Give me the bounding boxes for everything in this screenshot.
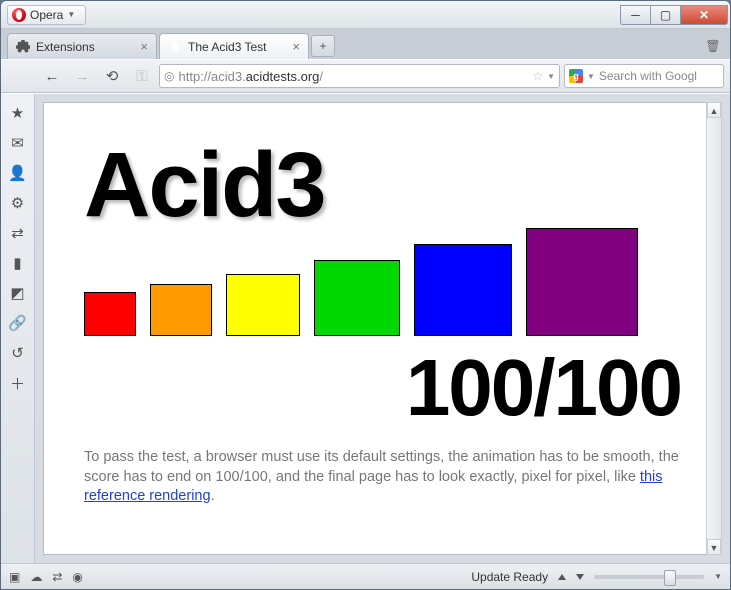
app-window: Opera ▼ ─ ▢ ✕ Extensions × The Acid3 Tes… [0, 0, 731, 590]
zoom-slider[interactable] [594, 575, 704, 579]
acid3-score: 100/100 [84, 342, 681, 434]
search-box[interactable]: g ▼ Search with Googl [564, 64, 724, 88]
star-icon[interactable]: ★ [5, 100, 31, 126]
google-icon: g [569, 69, 583, 83]
contact-icon[interactable]: 👤 [5, 160, 31, 186]
app-name-label: Opera [30, 8, 63, 22]
scroll-down-button[interactable]: ▼ [707, 539, 721, 555]
minimize-button[interactable]: ─ [620, 5, 650, 25]
history-icon[interactable]: ↺ [5, 340, 31, 366]
opera-logo-icon [12, 8, 26, 22]
tab-label: Extensions [36, 40, 95, 54]
color-box [526, 228, 638, 336]
plus-icon[interactable]: ＋ [5, 370, 31, 396]
chevron-down-icon: ▼ [67, 10, 75, 19]
page-viewport: Acid3 100/100 To pass the test, a browse… [43, 102, 722, 555]
window-controls: ─ ▢ ✕ [620, 5, 730, 25]
forward-button[interactable]: → [69, 65, 95, 87]
maximize-button[interactable]: ▢ [650, 5, 680, 25]
color-box [314, 260, 400, 336]
chevron-down-icon[interactable]: ▼ [714, 572, 722, 581]
color-box [414, 244, 512, 336]
tab-acid3[interactable]: The Acid3 Test × [159, 33, 309, 59]
tab-close-icon[interactable]: × [140, 39, 148, 54]
link-icon[interactable]: 🔗 [5, 310, 31, 336]
panel-toggle-icon[interactable]: ▣ [9, 570, 20, 584]
color-box [150, 284, 212, 336]
body-area: ★ ✉ 👤 ⚙ ⇄ ▮ ◩ 🔗 ↺ ＋ Acid3 100/100 To pas… [1, 93, 730, 563]
titlebar: Opera ▼ ─ ▢ ✕ [1, 1, 730, 29]
chevron-down-icon[interactable]: ▼ [547, 72, 555, 81]
color-box [226, 274, 300, 336]
mail-icon[interactable]: ✉ [5, 130, 31, 156]
trash-tabs-icon[interactable]: 🗑 [702, 35, 724, 57]
globe-icon: ◎ [164, 69, 174, 83]
acid3-page: Acid3 100/100 To pass the test, a browse… [44, 103, 721, 527]
close-button[interactable]: ✕ [680, 5, 728, 25]
sync-icon[interactable]: ⇄ [52, 570, 62, 584]
tab-extensions[interactable]: Extensions × [7, 33, 157, 59]
page-title: Acid3 [84, 133, 681, 238]
address-bar[interactable]: ◎ http://acid3.acidtests.org/ ☆ ▼ [159, 64, 560, 88]
scroll-up-button[interactable]: ▲ [707, 102, 721, 118]
content-area: Acid3 100/100 To pass the test, a browse… [35, 94, 730, 563]
share-icon[interactable]: ⇄ [5, 220, 31, 246]
tab-label: The Acid3 Test [188, 40, 267, 54]
url-text: http://acid3.acidtests.org/ [178, 69, 528, 84]
opera-menu-button[interactable]: Opera ▼ [7, 5, 86, 25]
cloud-icon[interactable]: ☁ [30, 570, 42, 584]
vertical-scrollbar[interactable]: ▲ ▼ [706, 102, 722, 555]
chevron-down-icon[interactable]: ▼ [587, 72, 595, 81]
back-button[interactable]: ← [39, 65, 65, 87]
gear-icon[interactable]: ⚙ [5, 190, 31, 216]
opera-favicon-icon [168, 40, 182, 54]
camera-icon[interactable]: ◉ [72, 570, 82, 584]
acid3-color-boxes [84, 228, 681, 336]
note-icon[interactable]: ▮ [5, 250, 31, 276]
side-panel: ★ ✉ 👤 ⚙ ⇄ ▮ ◩ 🔗 ↺ ＋ [1, 94, 35, 563]
tri-down-icon[interactable] [576, 574, 584, 580]
acid3-description: To pass the test, a browser must use its… [84, 448, 681, 507]
tab-bar: Extensions × The Acid3 Test × + 🗑 [1, 29, 730, 59]
new-tab-button[interactable]: + [311, 35, 335, 57]
color-box [84, 292, 136, 336]
nav-toolbar: ← → ⟲ ⚿ ◎ http://acid3.acidtests.org/ ☆ … [1, 59, 730, 93]
tab-close-icon[interactable]: × [292, 39, 300, 54]
key-icon[interactable]: ⚿ [129, 65, 155, 87]
search-placeholder: Search with Googl [599, 69, 697, 83]
status-text: Update Ready [471, 570, 548, 584]
puzzle-icon [16, 40, 30, 54]
star-icon[interactable]: ☆ [532, 69, 543, 83]
desc-text: To pass the test, a browser must use its… [84, 449, 679, 485]
status-bar: ▣ ☁ ⇄ ◉ Update Ready ▼ [1, 563, 730, 589]
desc-suffix: . [211, 488, 215, 504]
tri-up-icon[interactable] [558, 574, 566, 580]
reload-button[interactable]: ⟲ [99, 65, 125, 87]
widget-icon[interactable]: ◩ [5, 280, 31, 306]
